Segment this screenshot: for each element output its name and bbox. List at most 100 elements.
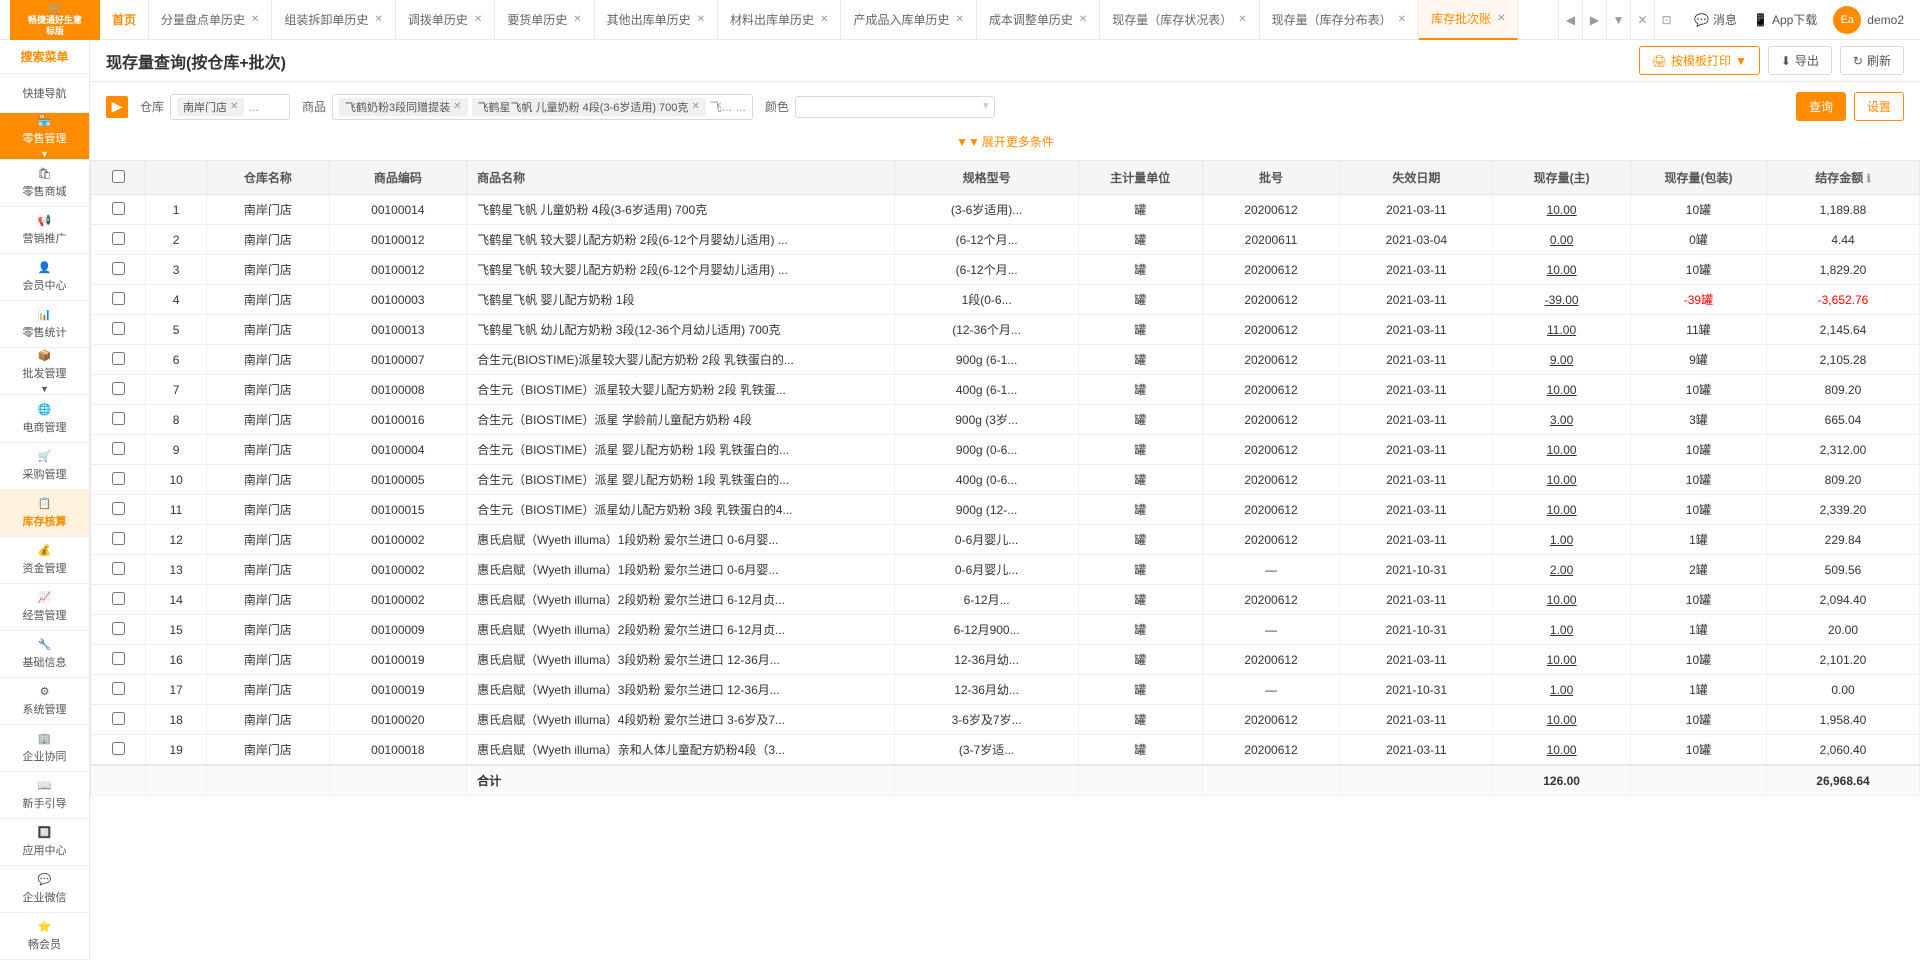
sidebar-item-chang-hui[interactable]: ⭐ 畅会员 — [0, 913, 89, 960]
sidebar-quick-nav[interactable]: 快捷导航 — [0, 74, 89, 113]
row-checkbox[interactable] — [112, 712, 125, 725]
sidebar-item-hui-yuan[interactable]: 👤 会员中心 — [0, 254, 89, 301]
cell-index: 4 — [146, 285, 207, 315]
tab-prev-btn[interactable]: ◀ — [1558, 0, 1582, 40]
row-checkbox[interactable] — [112, 232, 125, 245]
row-checkbox[interactable] — [112, 442, 125, 455]
settings-button[interactable]: 设置 — [1854, 92, 1904, 121]
tab-xian-cun-zhuang[interactable]: 现存量（库存状况表） ✕ — [1100, 0, 1259, 40]
sidebar-item-ji-chu[interactable]: 🔧 基础信息 — [0, 631, 89, 678]
row-checkbox[interactable] — [112, 202, 125, 215]
tab-close-chan-pin[interactable]: ✕ — [955, 14, 963, 25]
amount-info-icon[interactable]: ℹ — [1867, 173, 1871, 185]
row-checkbox[interactable] — [112, 382, 125, 395]
tab-ku-cun-pi[interactable]: 库存批次账 ✕ — [1419, 0, 1518, 40]
tab-close-xian-cun-fen[interactable]: ✕ — [1398, 14, 1406, 25]
sidebar-item-ling-shou-shang[interactable]: 🛍 零售商城 — [0, 160, 89, 207]
tab-close-all-btn[interactable]: ✕ — [1630, 0, 1654, 40]
product-more[interactable]: 飞... — [710, 98, 732, 115]
cell-amount: 2,094.40 — [1767, 585, 1920, 615]
row-checkbox[interactable] — [112, 622, 125, 635]
sidebar-item-qi-ye-wei[interactable]: 💬 企业微信 — [0, 866, 89, 913]
product-tag-1-remove[interactable]: ✕ — [453, 101, 461, 112]
sidebar-item-dian-shang[interactable]: 🌐 电商管理 — [0, 395, 89, 442]
row-checkbox[interactable] — [112, 262, 125, 275]
warehouse-more[interactable]: ... — [248, 100, 258, 114]
sidebar-search[interactable]: 搜索菜单 — [0, 40, 89, 74]
page-title: 现存量查询(按仓库+批次) — [106, 49, 286, 73]
color-dropdown-icon[interactable]: ▼ — [981, 101, 991, 112]
sidebar-item-xi-tong[interactable]: ⚙ 系统管理 — [0, 678, 89, 725]
row-checkbox[interactable] — [112, 352, 125, 365]
sidebar-item-ying-xiao[interactable]: 📢 营销推广 — [0, 207, 89, 254]
tab-zu-zhuang[interactable]: 组装拆卸单历史 ✕ — [272, 0, 395, 40]
message-btn[interactable]: 💬 消息 — [1694, 11, 1737, 28]
row-checkbox[interactable] — [112, 472, 125, 485]
sidebar-item-zi-jin[interactable]: 💰 资金管理 — [0, 537, 89, 584]
row-checkbox[interactable] — [112, 502, 125, 515]
app-download-btn[interactable]: 📱 App下载 — [1753, 11, 1817, 28]
tab-cheng-ben[interactable]: 成本调整单历史 ✕ — [977, 0, 1100, 40]
table-container: 仓库名称 商品编码 商品名称 规格型号 主计量单位 批号 失效日期 现存量(主)… — [90, 161, 1920, 960]
sidebar-item-ling-shou[interactable]: 🏪 零售管理 ▼ — [0, 113, 89, 160]
cell-index: 6 — [146, 345, 207, 375]
row-checkbox[interactable] — [112, 592, 125, 605]
expand-section: ▼▼ 展开更多条件 — [106, 127, 1904, 150]
tab-fen-pan[interactable]: 分量盘点单历史 ✕ — [149, 0, 272, 40]
filter-toggle-btn[interactable]: ▶ — [106, 96, 128, 118]
tab-close-zu-zhuang[interactable]: ✕ — [374, 14, 382, 25]
user-area[interactable]: Ea demo2 — [1833, 6, 1904, 34]
cell-qty-main: 1.00 — [1493, 675, 1631, 705]
sidebar-item-pi-fa[interactable]: 📦 批发管理 ▼ — [0, 348, 89, 395]
sidebar-item-cai-gou[interactable]: 🛒 采购管理 — [0, 443, 89, 490]
tab-qi-ta-chu[interactable]: 其他出库单历史 ✕ — [595, 0, 718, 40]
tab-close-xian-cun-zhuang[interactable]: ✕ — [1238, 14, 1246, 25]
sidebar-item-jing-ying[interactable]: 📈 经营管理 — [0, 584, 89, 631]
product-tag-more[interactable]: ... — [736, 100, 746, 114]
sidebar-item-xin-shou[interactable]: 📖 新手引导 — [0, 772, 89, 819]
template-print-btn[interactable]: 🖨 按模板打印 ▼ — [1639, 46, 1760, 75]
row-checkbox[interactable] — [112, 742, 125, 755]
row-checkbox[interactable] — [112, 682, 125, 695]
tab-close-fen-pan[interactable]: ✕ — [251, 14, 259, 25]
tab-close-cheng-ben[interactable]: ✕ — [1079, 14, 1087, 25]
warehouse-label: 仓库 — [140, 98, 164, 115]
product-tag-group[interactable]: 飞鹤奶粉3段同赠提装 ✕ 飞鹤星飞帆 儿童奶粉 4段(3-6岁适用) 700克 … — [332, 94, 753, 120]
tab-close-qi-ta-chu[interactable]: ✕ — [697, 14, 705, 25]
tab-chan-pin[interactable]: 产成品入库单历史 ✕ — [841, 0, 976, 40]
tab-more-btn[interactable]: ▼ — [1606, 0, 1630, 40]
tab-tiao-bo[interactable]: 调拨单历史 ✕ — [396, 0, 495, 40]
sidebar-item-qi-ye[interactable]: 🏢 企业协同 — [0, 725, 89, 772]
select-all-checkbox[interactable] — [112, 170, 125, 183]
row-checkbox[interactable] — [112, 652, 125, 665]
tab-xian-cun-fen[interactable]: 现存量（库存分布表） ✕ — [1260, 0, 1419, 40]
row-checkbox[interactable] — [112, 412, 125, 425]
color-input[interactable] — [795, 96, 995, 118]
expand-more-btn[interactable]: ▼▼ 展开更多条件 — [956, 133, 1054, 150]
tab-close-cai-liao[interactable]: ✕ — [820, 14, 828, 25]
sidebar-item-ling-shou-tong[interactable]: 📊 零售统计 — [0, 301, 89, 348]
sidebar-item-ku-cun[interactable]: 📋 库存核算 — [0, 490, 89, 537]
tab-next-btn[interactable]: ▶ — [1582, 0, 1606, 40]
sidebar: 搜索菜单 快捷导航 🏪 零售管理 ▼ 🛍 零售商城 📢 营销推广 👤 会员中心 … — [0, 40, 90, 960]
tab-cai-liao[interactable]: 材料出库单历史 ✕ — [718, 0, 841, 40]
tab-home[interactable]: 首页 — [100, 0, 149, 40]
warehouse-tag-remove[interactable]: ✕ — [230, 101, 238, 112]
query-button[interactable]: 查询 — [1796, 92, 1846, 121]
product-tag-2-remove[interactable]: ✕ — [691, 101, 699, 112]
row-checkbox[interactable] — [112, 322, 125, 335]
cell-qty-pkg: 10罐 — [1630, 195, 1766, 225]
tab-close-yao-huo[interactable]: ✕ — [573, 14, 581, 25]
warehouse-tag-group[interactable]: 南岸门店 ✕ ... — [170, 94, 290, 120]
export-btn[interactable]: ⬇ 导出 — [1768, 46, 1832, 75]
ku-cun-icon: 📋 — [38, 497, 52, 510]
tab-close-tiao-bo[interactable]: ✕ — [474, 14, 482, 25]
sidebar-item-ying-yong[interactable]: 🔲 应用中心 — [0, 819, 89, 866]
row-checkbox[interactable] — [112, 532, 125, 545]
row-checkbox[interactable] — [112, 292, 125, 305]
refresh-btn[interactable]: ↻ 刷新 — [1840, 46, 1904, 75]
tab-window-btn[interactable]: ⊡ — [1654, 0, 1678, 40]
tab-close-ku-cun-pi[interactable]: ✕ — [1497, 13, 1505, 24]
tab-yao-huo[interactable]: 要货单历史 ✕ — [495, 0, 594, 40]
row-checkbox[interactable] — [112, 562, 125, 575]
